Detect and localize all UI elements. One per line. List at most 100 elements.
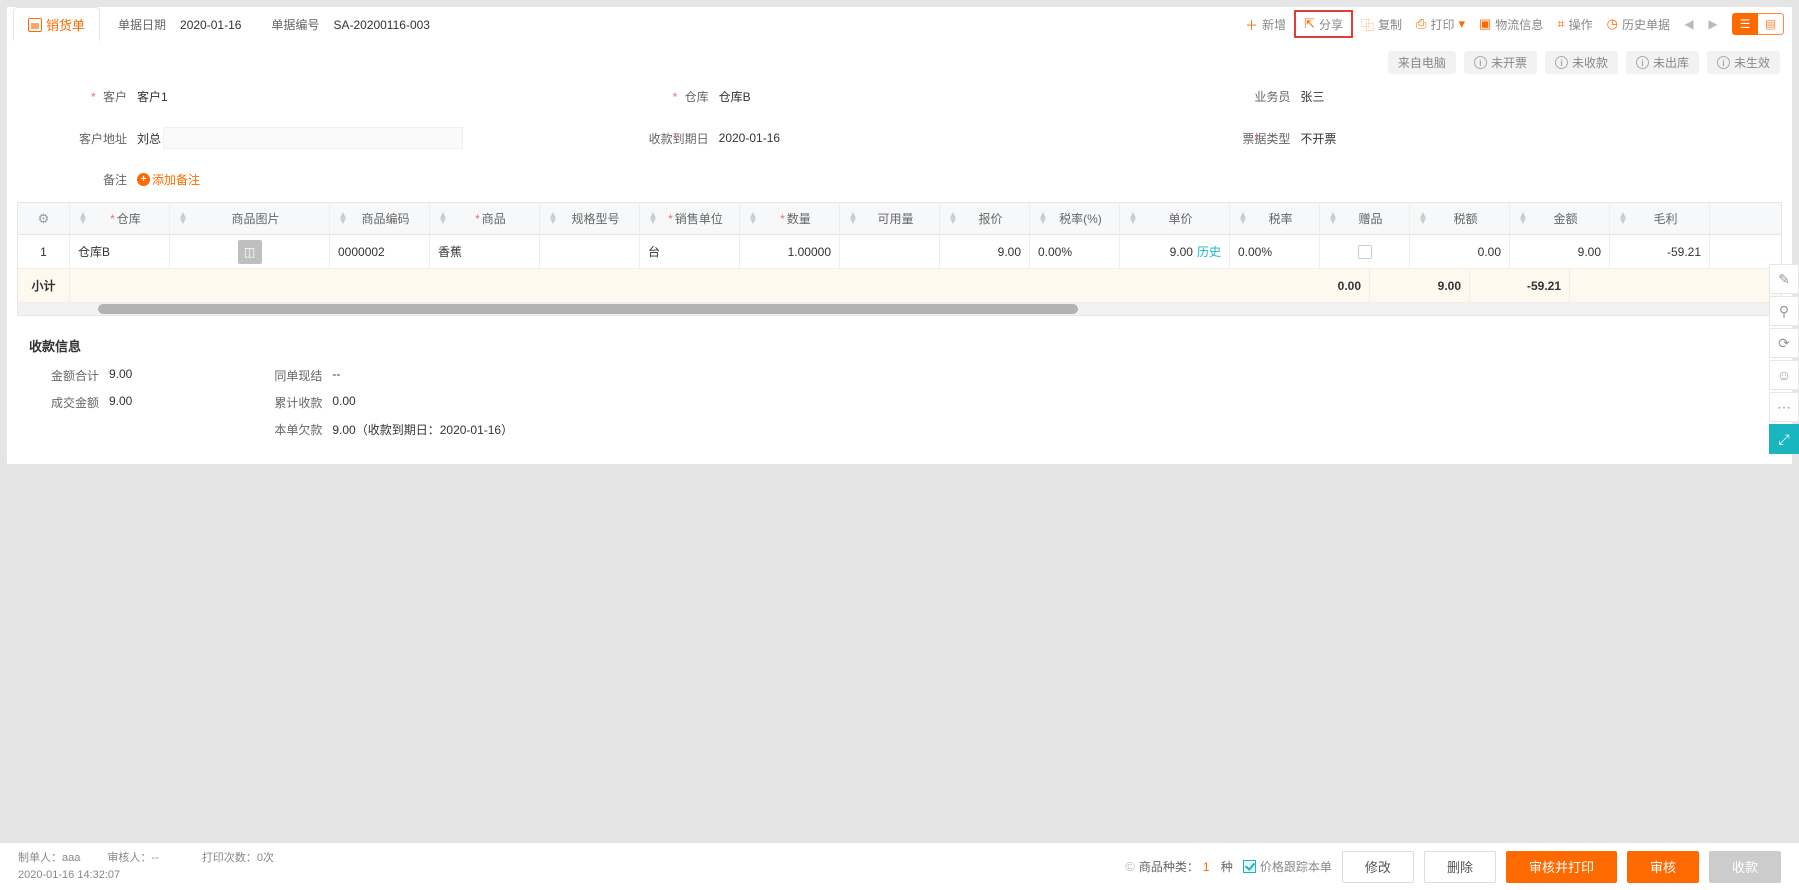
col-warehouse[interactable]: ▲▼*仓库 bbox=[70, 203, 170, 234]
info-icon: i bbox=[1717, 56, 1730, 69]
col-img[interactable]: ▲▼商品图片 bbox=[170, 203, 330, 234]
auditor-value: -- bbox=[151, 852, 158, 864]
customer-value[interactable]: 客户1 bbox=[137, 88, 168, 105]
checkbox-icon bbox=[1243, 860, 1256, 873]
add-remark-link[interactable]: +添加备注 bbox=[137, 171, 200, 188]
h-scrollbar[interactable] bbox=[18, 303, 1781, 315]
doc-number: SA-20200116-003 bbox=[333, 18, 430, 32]
due-value[interactable]: 2020-01-16 bbox=[719, 131, 780, 145]
sub-tax: 0.00 bbox=[1270, 269, 1370, 302]
col-unit[interactable]: ▲▼*销售单位 bbox=[640, 203, 740, 234]
subtotal-label: 小计 bbox=[18, 269, 70, 302]
col-amount[interactable]: ▲▼金额 bbox=[1510, 203, 1610, 234]
col-gross[interactable]: ▲▼毛利 bbox=[1610, 203, 1710, 234]
deal-value: 9.00 bbox=[109, 394, 132, 411]
maker-value: aaa bbox=[62, 852, 80, 864]
rail-refresh[interactable]: ⟳ bbox=[1769, 328, 1799, 358]
copy-button[interactable]: ⿻复制 bbox=[1355, 10, 1408, 38]
addr-input[interactable] bbox=[163, 127, 463, 149]
right-rail: ✎ ⚲ ⟳ ☺ ⋯ ⤢ bbox=[1769, 264, 1799, 454]
share-icon: ⇱ bbox=[1304, 16, 1315, 32]
col-quote[interactable]: ▲▼报价 bbox=[940, 203, 1030, 234]
warehouse-label: 仓库 bbox=[609, 88, 719, 105]
sub-amount: 9.00 bbox=[1370, 269, 1470, 302]
share-highlight: ⇱分享 bbox=[1294, 10, 1353, 38]
warehouse-value[interactable]: 仓库B bbox=[719, 88, 751, 105]
rail-more[interactable]: ⋯ bbox=[1769, 392, 1799, 422]
prev-nav[interactable]: ◀ bbox=[1678, 13, 1700, 35]
gift-checkbox[interactable] bbox=[1358, 245, 1372, 259]
col-price[interactable]: ▲▼单价 bbox=[1120, 203, 1230, 234]
cell-gross: -59.21 bbox=[1610, 235, 1710, 268]
new-button[interactable]: ＋新增 bbox=[1239, 10, 1292, 38]
cell-qty: 1.00000 bbox=[740, 235, 840, 268]
tab-label: 销货单 bbox=[46, 15, 85, 34]
cell-discrate: 0.00% bbox=[1030, 235, 1120, 268]
payment-title: 收款信息 bbox=[29, 336, 1770, 355]
scrollbar-thumb[interactable] bbox=[98, 304, 1078, 314]
history-icon: ◷ bbox=[1607, 16, 1618, 32]
chip-inactive: i未生效 bbox=[1707, 51, 1780, 74]
cell-code: 0000002 bbox=[330, 235, 430, 268]
info-icon: i bbox=[1474, 56, 1487, 69]
track-checkbox[interactable]: 价格跟踪本单 bbox=[1243, 858, 1332, 875]
remark-label: 备注 bbox=[27, 171, 137, 188]
cash-value: -- bbox=[332, 367, 340, 384]
next-nav[interactable]: ▶ bbox=[1702, 13, 1724, 35]
table-row[interactable]: 1 仓库B ◫ 0000002 香蕉 台 1.00000 9.00 0.00% … bbox=[18, 235, 1781, 269]
header-meta: 单据日期2020-01-16 单据编号SA-20200116-003 bbox=[118, 16, 430, 33]
price-history-link[interactable]: 历史 bbox=[1197, 243, 1221, 260]
col-avail[interactable]: ▲▼可用量 bbox=[840, 203, 940, 234]
footer-time: 2020-01-16 14:32:07 bbox=[18, 868, 274, 883]
inv-label: 票据类型 bbox=[1190, 130, 1300, 147]
rail-note[interactable]: ✎ bbox=[1769, 264, 1799, 294]
cell-taxrate: 0.00% bbox=[1230, 235, 1320, 268]
modify-button[interactable]: 修改 bbox=[1342, 851, 1414, 883]
receipt-button: 收款 bbox=[1709, 851, 1781, 883]
sales-value[interactable]: 张三 bbox=[1300, 88, 1324, 105]
col-taxrate[interactable]: ▲▼税率 bbox=[1230, 203, 1320, 234]
audit-button[interactable]: 审核 bbox=[1627, 851, 1699, 883]
copyright-icon: © bbox=[1125, 859, 1135, 874]
cell-warehouse: 仓库B bbox=[70, 235, 170, 268]
col-discrate[interactable]: ▲▼税率(%) bbox=[1030, 203, 1120, 234]
share-button[interactable]: ⇱分享 bbox=[1298, 10, 1349, 38]
chip-unpaid: i未收款 bbox=[1545, 51, 1618, 74]
info-icon: i bbox=[1555, 56, 1568, 69]
footer: 制单人：aaa 审核人：-- 打印次数：0次 2020-01-16 14:32:… bbox=[0, 842, 1799, 890]
owe-value: 9.00（收款到期日：2020-01-16） bbox=[332, 421, 513, 438]
print-icon: ⎙ bbox=[1416, 16, 1426, 32]
subtotal-row: 小计 0.00 9.00 -59.21 bbox=[18, 269, 1781, 303]
history-button[interactable]: ◷历史单据 bbox=[1601, 10, 1676, 38]
grid-icon: ⌗ bbox=[1557, 16, 1564, 32]
col-gear[interactable]: ⚙ bbox=[18, 203, 70, 234]
print-button[interactable]: ⎙打印▾ bbox=[1410, 10, 1471, 38]
rail-attach[interactable]: ⚲ bbox=[1769, 296, 1799, 326]
col-code[interactable]: ▲▼商品编码 bbox=[330, 203, 430, 234]
cell-idx: 1 bbox=[18, 235, 70, 268]
chip-source: 来自电脑 bbox=[1388, 51, 1456, 74]
view-list[interactable]: ☰ bbox=[1732, 13, 1758, 35]
col-tax[interactable]: ▲▼税额 bbox=[1410, 203, 1510, 234]
tab-sales-order[interactable]: 销货单 bbox=[13, 7, 100, 41]
table-header: ⚙ ▲▼*仓库 ▲▼商品图片 ▲▼商品编码 ▲▼*商品 ▲▼规格型号 ▲▼*销售… bbox=[18, 203, 1781, 235]
plus-circle-icon: + bbox=[137, 173, 150, 186]
rail-fullscreen[interactable]: ⤢ bbox=[1769, 424, 1799, 454]
col-qty[interactable]: ▲▼*数量 bbox=[740, 203, 840, 234]
topbar: 销货单 单据日期2020-01-16 单据编号SA-20200116-003 ＋… bbox=[7, 7, 1792, 41]
cell-unit: 台 bbox=[640, 235, 740, 268]
ops-button[interactable]: ⌗操作 bbox=[1551, 10, 1598, 38]
audit-print-button[interactable]: 审核并打印 bbox=[1506, 851, 1617, 883]
logistics-button[interactable]: ▣物流信息 bbox=[1473, 10, 1549, 38]
rail-user[interactable]: ☺ bbox=[1769, 360, 1799, 390]
printcnt-value: 0次 bbox=[257, 852, 274, 864]
delete-button[interactable]: 删除 bbox=[1424, 851, 1496, 883]
col-gift[interactable]: ▲▼赠品 bbox=[1320, 203, 1410, 234]
cell-tax: 0.00 bbox=[1410, 235, 1510, 268]
col-spec[interactable]: ▲▼规格型号 bbox=[540, 203, 640, 234]
inv-value[interactable]: 不开票 bbox=[1300, 130, 1336, 147]
col-product[interactable]: ▲▼*商品 bbox=[430, 203, 540, 234]
gear-icon: ⚙ bbox=[38, 211, 50, 227]
view-card[interactable]: ▤ bbox=[1758, 13, 1784, 35]
plus-icon: ＋ bbox=[1245, 15, 1258, 34]
